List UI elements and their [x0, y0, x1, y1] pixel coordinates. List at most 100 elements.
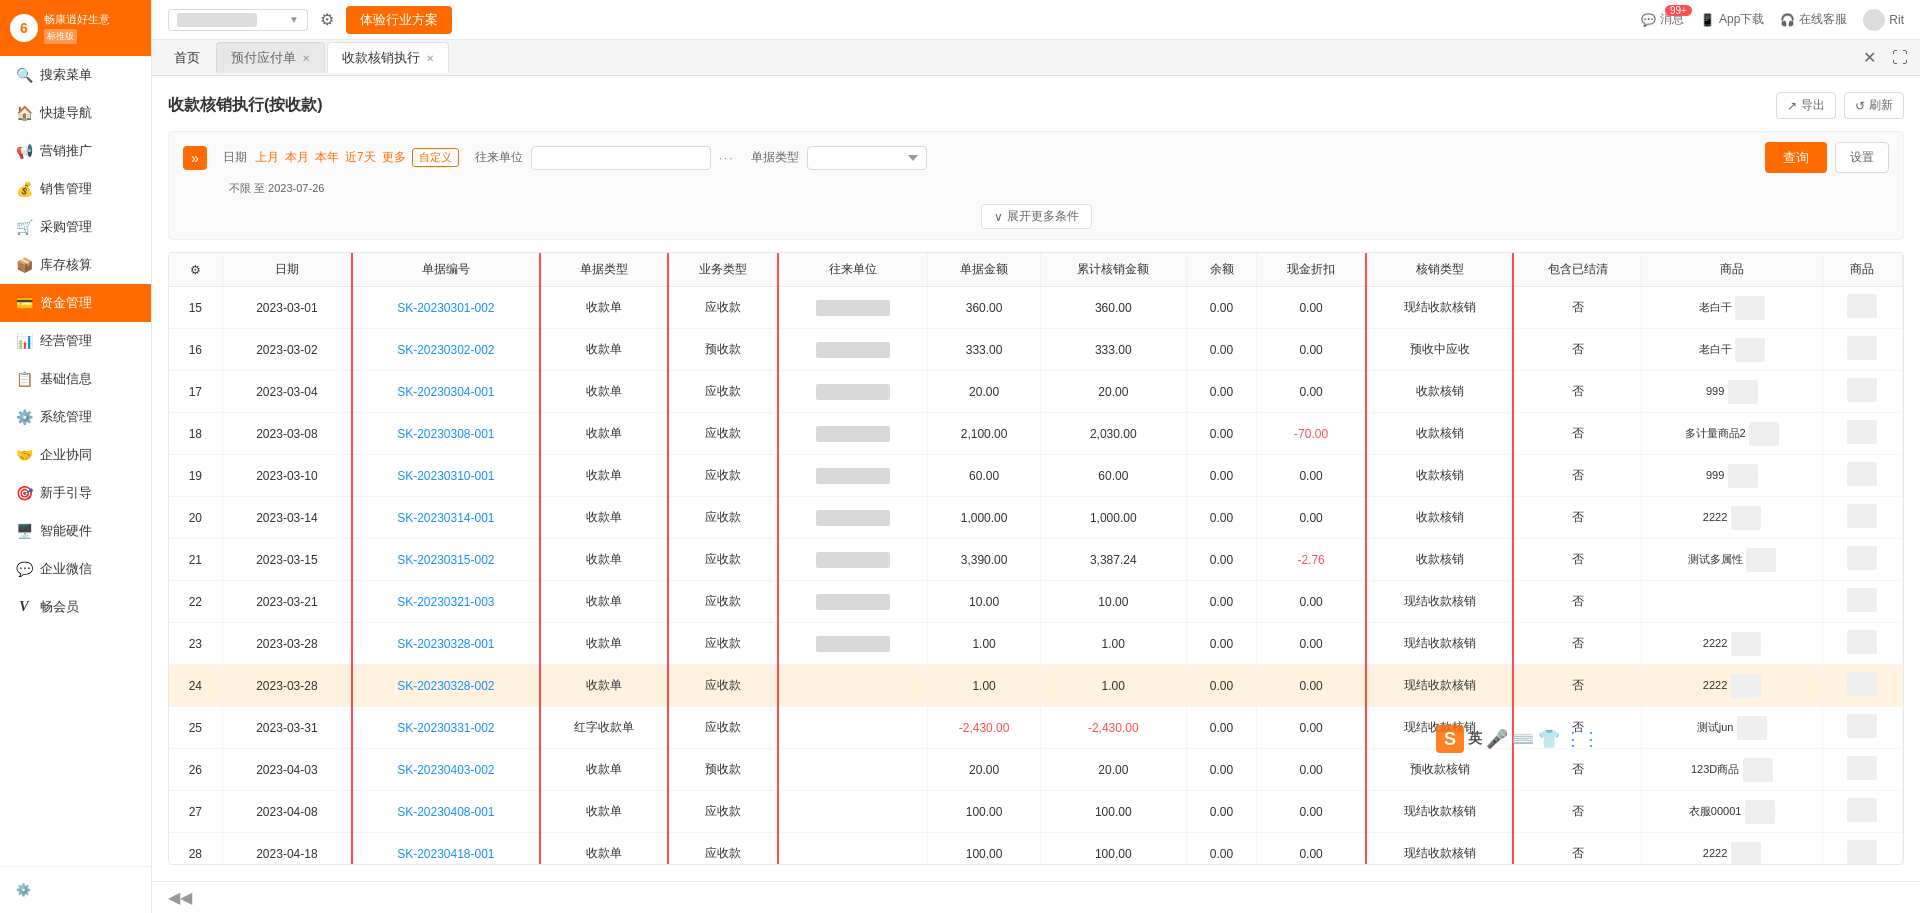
col-verify-type: 核销类型: [1366, 253, 1513, 287]
cell-product1: 多计量商品2: [1641, 413, 1822, 455]
doc-type-select[interactable]: [807, 146, 927, 170]
order-no-link[interactable]: SK-20230418-001: [397, 847, 494, 861]
cell-partner: [778, 791, 928, 833]
cell-included: 否: [1513, 455, 1641, 497]
partner-input[interactable]: [531, 146, 711, 170]
cell-no: 27: [169, 791, 222, 833]
query-btn[interactable]: 查询: [1765, 142, 1827, 173]
online-service-btn[interactable]: 🎧 在线客服: [1780, 11, 1847, 28]
sidebar-item-operations[interactable]: 📊 经营管理: [0, 322, 151, 360]
order-no-link[interactable]: SK-20230301-002: [397, 301, 494, 315]
sidebar-item-hardware[interactable]: 🖥️ 智能硬件: [0, 512, 151, 550]
expand-conditions-btn[interactable]: ∨ 展开更多条件: [981, 204, 1092, 229]
cell-order-no: SK-20230301-002: [352, 287, 539, 329]
sidebar-item-marketing[interactable]: 📢 营销推广: [0, 132, 151, 170]
cell-verify-type: 收款核销: [1366, 455, 1513, 497]
order-no-link[interactable]: SK-20230408-001: [397, 805, 494, 819]
this-year-btn[interactable]: 本年: [315, 149, 339, 166]
order-no-link[interactable]: SK-20230328-002: [397, 679, 494, 693]
this-month-btn[interactable]: 本月: [285, 149, 309, 166]
tab-home[interactable]: 首页: [160, 43, 214, 73]
tab-close-btn[interactable]: ✕: [1859, 46, 1880, 69]
refresh-btn[interactable]: ↺ 刷新: [1844, 92, 1904, 119]
order-no-link[interactable]: SK-20230328-001: [397, 637, 494, 651]
col-product1: 商品: [1641, 253, 1822, 287]
order-no-link[interactable]: SK-20230331-002: [397, 721, 494, 735]
sidebar-collapse-btn[interactable]: ◀◀: [168, 888, 192, 907]
last-month-btn[interactable]: 上月: [255, 149, 279, 166]
sidebar-menu: 🔍 搜索菜单 🏠 快捷导航 📢 营销推广 💰 销售管理 🛒 采购管理 📦 库存核…: [0, 56, 151, 626]
custom-date-btn[interactable]: 自定义: [412, 148, 459, 167]
cell-order-no: SK-20230304-001: [352, 371, 539, 413]
filter-settings-btn[interactable]: 设置: [1835, 142, 1889, 173]
cell-no: 17: [169, 371, 222, 413]
sidebar-item-system[interactable]: ⚙️ 系统管理: [0, 398, 151, 436]
company-selector[interactable]: ▼: [168, 9, 308, 31]
tab-prepay[interactable]: 预付应付单 ✕: [216, 42, 325, 73]
order-no-link[interactable]: SK-20230302-002: [397, 343, 494, 357]
tab-collection-close[interactable]: ✕: [426, 53, 434, 64]
app-download-btn[interactable]: 📱 App下载: [1700, 11, 1764, 28]
order-no-link[interactable]: SK-20230314-001: [397, 511, 494, 525]
cell-biz-type: 应收款: [668, 287, 778, 329]
cell-biz-type: 应收款: [668, 539, 778, 581]
cell-partner: ████: [778, 413, 928, 455]
cell-included: 否: [1513, 623, 1641, 665]
order-no-link[interactable]: SK-20230403-002: [397, 763, 494, 777]
sidebar-item-wechat[interactable]: 💬 企业微信: [0, 550, 151, 588]
sidebar-item-guide[interactable]: 🎯 新手引导: [0, 474, 151, 512]
sidebar-item-enterprise[interactable]: 🤝 企业协同: [0, 436, 151, 474]
sidebar-item-finance[interactable]: 💳 资金管理: [0, 284, 151, 322]
sidebar-item-search[interactable]: 🔍 搜索菜单: [0, 56, 151, 94]
cell-verified: 2,030.00: [1040, 413, 1186, 455]
order-no-link[interactable]: SK-20230308-001: [397, 427, 494, 441]
message-btn[interactable]: 💬 消息 99+: [1641, 11, 1684, 28]
marketing-icon: 📢: [16, 143, 32, 159]
cell-doc-type: 收款单: [540, 791, 669, 833]
cell-verified: 10.00: [1040, 581, 1186, 623]
order-no-link[interactable]: SK-20230321-003: [397, 595, 494, 609]
table-row: 15 2023-03-01 SK-20230301-002 收款单 应收款 ██…: [169, 287, 1903, 329]
logo-text: 畅康逍好生意: [44, 12, 110, 27]
order-no-link[interactable]: SK-20230310-001: [397, 469, 494, 483]
order-no-link[interactable]: SK-20230304-001: [397, 385, 494, 399]
cell-biz-type: 应收款: [668, 455, 778, 497]
cell-doc-type: 收款单: [540, 623, 669, 665]
order-no-link[interactable]: SK-20230315-002: [397, 553, 494, 567]
more-date-btn[interactable]: 更多: [382, 149, 406, 166]
sidebar-item-sales[interactable]: 💰 销售管理: [0, 170, 151, 208]
cell-balance: 0.00: [1186, 581, 1257, 623]
export-btn[interactable]: ↗ 导出: [1776, 92, 1836, 119]
cell-doc-type: 收款单: [540, 749, 669, 791]
filter-toggle-btn[interactable]: »: [183, 146, 207, 170]
sidebar-item-member[interactable]: V 畅会员: [0, 588, 151, 626]
wechat-icon: 💬: [16, 561, 32, 577]
sales-icon: 💰: [16, 181, 32, 197]
sidebar-item-quick-nav[interactable]: 🏠 快捷导航: [0, 94, 151, 132]
cell-biz-type: 预收款: [668, 329, 778, 371]
export-label: 导出: [1801, 97, 1825, 114]
tab-collection[interactable]: 收款核销执行 ✕: [327, 42, 449, 73]
sidebar-settings-btn[interactable]: ⚙️: [0, 875, 151, 905]
sidebar-item-basic-info[interactable]: 📋 基础信息: [0, 360, 151, 398]
finance-icon: 💳: [16, 295, 32, 311]
user-area[interactable]: Rit: [1863, 9, 1904, 31]
cell-included: 否: [1513, 749, 1641, 791]
table-row: 19 2023-03-10 SK-20230310-001 收款单 应收款 ██…: [169, 455, 1903, 497]
last7-btn[interactable]: 近7天: [345, 149, 376, 166]
solution-btn[interactable]: 体验行业方案: [346, 6, 452, 34]
cell-product1: 999: [1641, 455, 1822, 497]
date-preset-btns: 上月 本月 本年 近7天 更多 自定义: [255, 148, 459, 167]
col-settings[interactable]: ⚙: [169, 253, 222, 287]
filter-row-main: » 日期 上月 本月 本年 近7天 更多 自定义 往来单位: [183, 142, 1889, 173]
sidebar-label-sales: 销售管理: [40, 180, 92, 198]
sidebar-item-purchase[interactable]: 🛒 采购管理: [0, 208, 151, 246]
topbar-gear-icon[interactable]: ⚙: [320, 10, 334, 29]
cell-doc-type: 收款单: [540, 539, 669, 581]
tab-prepay-close[interactable]: ✕: [302, 53, 310, 64]
cell-partner: ████: [778, 539, 928, 581]
sidebar-item-inventory[interactable]: 📦 库存核算: [0, 246, 151, 284]
cell-verified: 20.00: [1040, 371, 1186, 413]
sidebar-label-marketing: 营销推广: [40, 142, 92, 160]
tab-maximize-btn[interactable]: ⛶: [1888, 46, 1912, 69]
